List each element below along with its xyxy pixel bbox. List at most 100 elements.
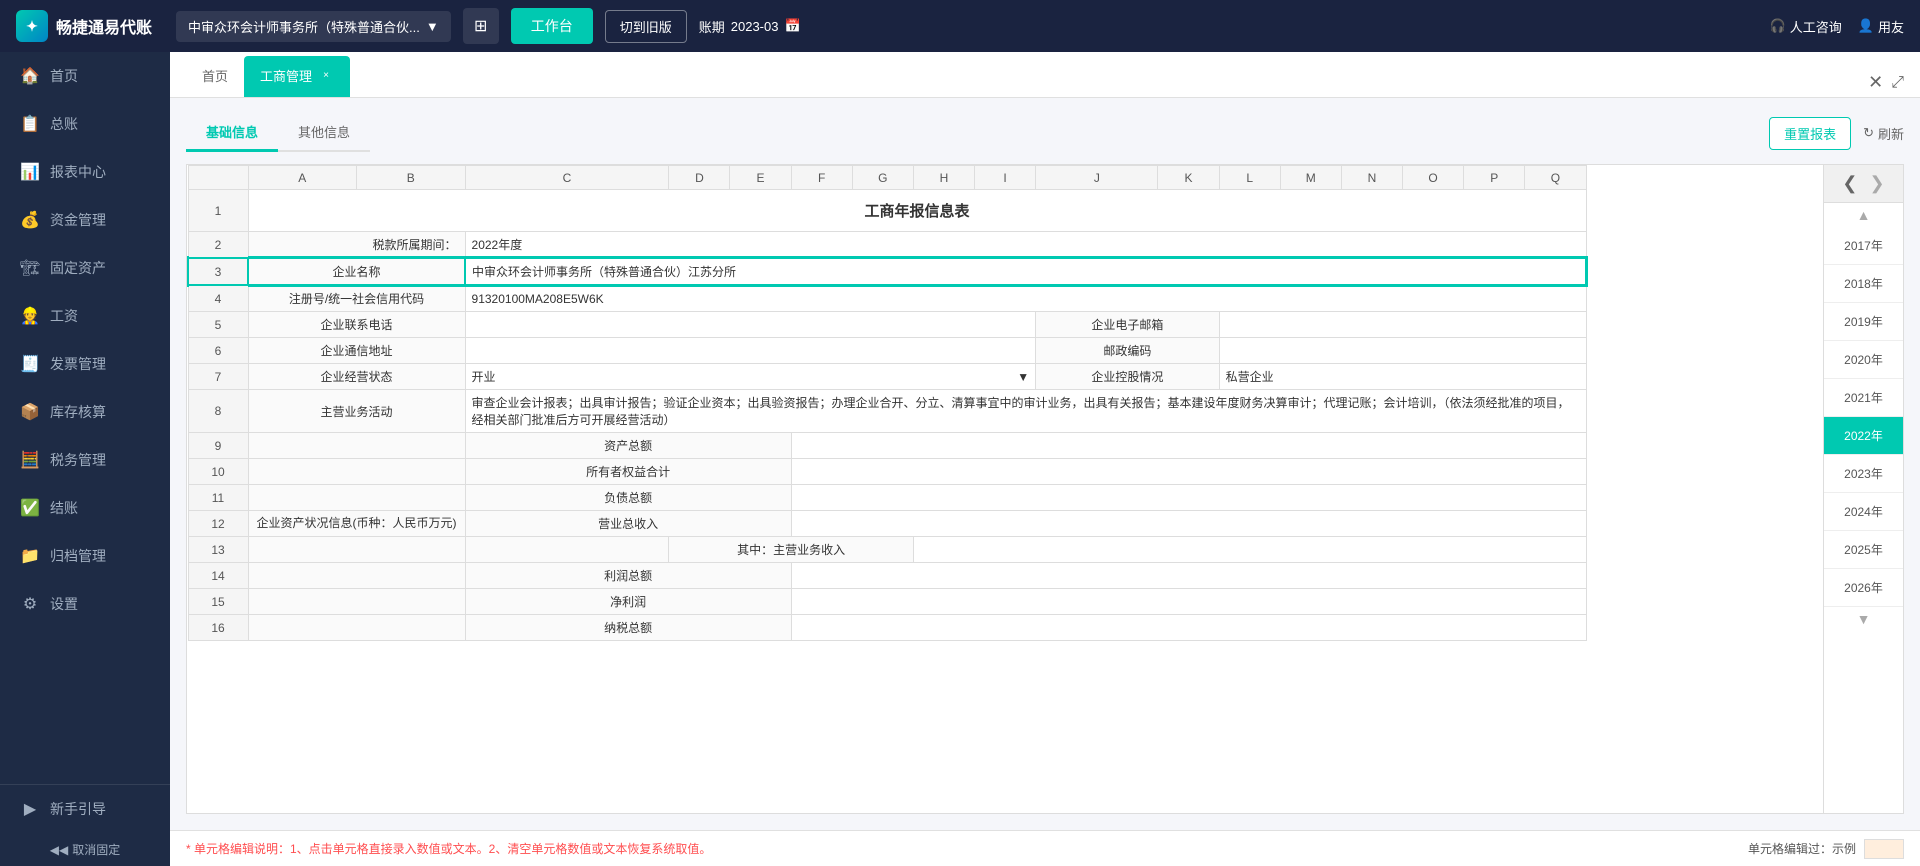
year-item-2025[interactable]: 2025年 <box>1824 531 1903 569</box>
topbar: ✦ 畅捷通易代账 中审众环会计师事务所（特殊普通合伙... ▼ ⊞ 工作台 切到… <box>0 0 1920 52</box>
row14-label <box>248 563 465 589</box>
sidebar-item-funds[interactable]: 💰 资金管理 <box>0 196 170 244</box>
ledger-icon: 📋 <box>20 114 40 134</box>
reports-icon: 📊 <box>20 162 40 182</box>
row6-value[interactable] <box>465 338 1036 364</box>
row10-item-label: 所有者权益合计 <box>465 459 791 485</box>
funds-icon: 💰 <box>20 210 40 230</box>
sidebar: 🏠 首页 📋 总账 📊 报表中心 💰 资金管理 🏗 固定资产 👷 工资 <box>0 52 170 866</box>
row2-value[interactable]: 2022年度 <box>465 232 1586 259</box>
sub-tab-other[interactable]: 其他信息 <box>278 114 370 152</box>
tab-business-admin[interactable]: 工商管理 × <box>244 56 350 97</box>
page-content: 基础信息 其他信息 重置报表 ↻ 刷新 <box>170 98 1920 830</box>
row11-value[interactable] <box>791 485 1586 511</box>
company-selector[interactable]: 中审众环会计师事务所（特殊普通合伙... ▼ <box>176 11 451 42</box>
sidebar-item-settings[interactable]: ⚙ 设置 <box>0 580 170 628</box>
spreadsheet-main[interactable]: A B C D E F G H I J K L <box>187 165 1823 813</box>
table-row: 6 企业通信地址 邮政编码 <box>188 338 1586 364</box>
tab-close-icon[interactable]: × <box>318 68 334 84</box>
row-num-9: 9 <box>188 433 248 459</box>
table-row: 7 企业经营状态 开业 ▼ 企业控股情况 私营企业 <box>188 364 1586 390</box>
row15-value[interactable] <box>791 589 1586 615</box>
workbench-button[interactable]: 工作台 <box>511 8 593 44</box>
refresh-label: 刷新 <box>1878 124 1904 143</box>
edited-label: 单元格编辑过：示例 <box>1748 840 1856 857</box>
sidebar-item-guide[interactable]: ▶ 新手引导 <box>0 785 170 833</box>
year-item-2024[interactable]: 2024年 <box>1824 493 1903 531</box>
content-area: 首页 工商管理 × ✕ ⤢ 基础信息 其他信息 重置报表 <box>170 52 1920 866</box>
sidebar-item-label: 归档管理 <box>50 546 106 566</box>
sub-tab-basic[interactable]: 基础信息 <box>186 114 278 152</box>
row7-right-value[interactable]: 私营企业 <box>1219 364 1586 390</box>
panel-arrow-right[interactable]: ❯ <box>1866 171 1889 196</box>
sidebar-item-inventory[interactable]: 📦 库存核算 <box>0 388 170 436</box>
period-value: 2023-03 <box>731 19 779 34</box>
dropdown-icon: ▼ <box>426 19 439 34</box>
table-row: 8 主营业务活动 审查企业会计报表；出具审计报告；验证企业资本；出具验资报告；办… <box>188 390 1586 433</box>
app-name: 畅捷通易代账 <box>56 14 152 38</box>
guide-icon: ▶ <box>20 799 40 819</box>
edit-hint: * 单元格编辑说明：1、点击单元格直接录入数值或文本。2、清空单元格数值或文本恢… <box>186 840 711 857</box>
col-header-k: K <box>1158 166 1219 190</box>
row5-right-value[interactable] <box>1219 312 1586 338</box>
year-item-2020[interactable]: 2020年 <box>1824 341 1903 379</box>
user-avatar[interactable]: 👤 用友 <box>1858 17 1904 36</box>
inventory-icon: 📦 <box>20 402 40 422</box>
year-item-2017[interactable]: 2017年 <box>1824 227 1903 265</box>
sub-tabs: 基础信息 其他信息 <box>186 114 370 152</box>
row16-value[interactable] <box>791 615 1586 641</box>
switch-version-button[interactable]: 切到旧版 <box>605 10 687 43</box>
row4-value[interactable]: 91320100MA208E5W6K <box>465 285 1586 312</box>
human-service-button[interactable]: 🎧 人工咨询 <box>1770 17 1842 36</box>
year-item-2019[interactable]: 2019年 <box>1824 303 1903 341</box>
row6-right-value[interactable] <box>1219 338 1586 364</box>
sidebar-item-tax[interactable]: 🧮 税务管理 <box>0 436 170 484</box>
close-panel-icon[interactable]: ✕ <box>1868 72 1883 93</box>
year-scroll-down[interactable]: ▼ <box>1824 607 1903 631</box>
settings-icon: ⚙ <box>20 594 40 614</box>
sidebar-item-invoice[interactable]: 🧾 发票管理 <box>0 340 170 388</box>
corner-cell <box>188 166 248 190</box>
col-header-p: P <box>1464 166 1525 190</box>
expand-icon[interactable]: ⤢ <box>1891 74 1904 92</box>
row-num-4: 4 <box>188 285 248 312</box>
tab-home[interactable]: 首页 <box>186 56 244 97</box>
sidebar-item-ledger[interactable]: 📋 总账 <box>0 100 170 148</box>
year-item-2026[interactable]: 2026年 <box>1824 569 1903 607</box>
right-panel: ❮ ❯ ▲ 2017年 2018年 2019年 2020年 2021年 2022… <box>1823 165 1903 813</box>
panel-arrow-left[interactable]: ❮ <box>1838 171 1861 196</box>
row13-value[interactable] <box>913 537 1586 563</box>
tab-business-admin-label: 工商管理 <box>260 66 312 85</box>
status-dropdown[interactable]: 开业 ▼ <box>472 368 1030 385</box>
col-header-q: Q <box>1525 166 1586 190</box>
row10-value[interactable] <box>791 459 1586 485</box>
sidebar-item-home[interactable]: 🏠 首页 <box>0 52 170 100</box>
year-scroll-up[interactable]: ▲ <box>1824 203 1903 227</box>
sidebar-item-payroll[interactable]: 👷 工资 <box>0 292 170 340</box>
year-item-2022[interactable]: 2022年 <box>1824 417 1903 455</box>
row-num-8: 8 <box>188 390 248 433</box>
reset-report-button[interactable]: 重置报表 <box>1769 117 1851 150</box>
refresh-button[interactable]: ↻ 刷新 <box>1863 124 1904 143</box>
row12-value[interactable] <box>791 511 1586 537</box>
company-settings-icon[interactable]: ⊞ <box>463 8 499 44</box>
sidebar-item-archive[interactable]: 📁 归档管理 <box>0 532 170 580</box>
sidebar-item-closing[interactable]: ✅ 结账 <box>0 484 170 532</box>
cancel-fix-button[interactable]: ◀◀ 取消固定 <box>0 833 170 866</box>
new-guide-label: 新手引导 <box>50 799 106 819</box>
calendar-icon[interactable]: 📅 <box>784 18 800 34</box>
row8-value[interactable]: 审查企业会计报表；出具审计报告；验证企业资本；出具验资报告；办理企业合开、分立、… <box>465 390 1586 433</box>
row7-value[interactable]: 开业 ▼ <box>465 364 1036 390</box>
year-item-2023[interactable]: 2023年 <box>1824 455 1903 493</box>
year-item-2018[interactable]: 2018年 <box>1824 265 1903 303</box>
row5-value[interactable] <box>465 312 1036 338</box>
sidebar-item-assets[interactable]: 🏗 固定资产 <box>0 244 170 292</box>
sidebar-item-reports[interactable]: 📊 报表中心 <box>0 148 170 196</box>
year-item-2021[interactable]: 2021年 <box>1824 379 1903 417</box>
row14-value[interactable] <box>791 563 1586 589</box>
row9-value[interactable] <box>791 433 1586 459</box>
row3-value[interactable]: 中审众环会计师事务所（特殊普通合伙）江苏分所 <box>465 258 1586 285</box>
assets-icon: 🏗 <box>20 258 40 278</box>
row-num-12: 12 <box>188 511 248 537</box>
dropdown-arrow: ▼ <box>1017 370 1029 384</box>
